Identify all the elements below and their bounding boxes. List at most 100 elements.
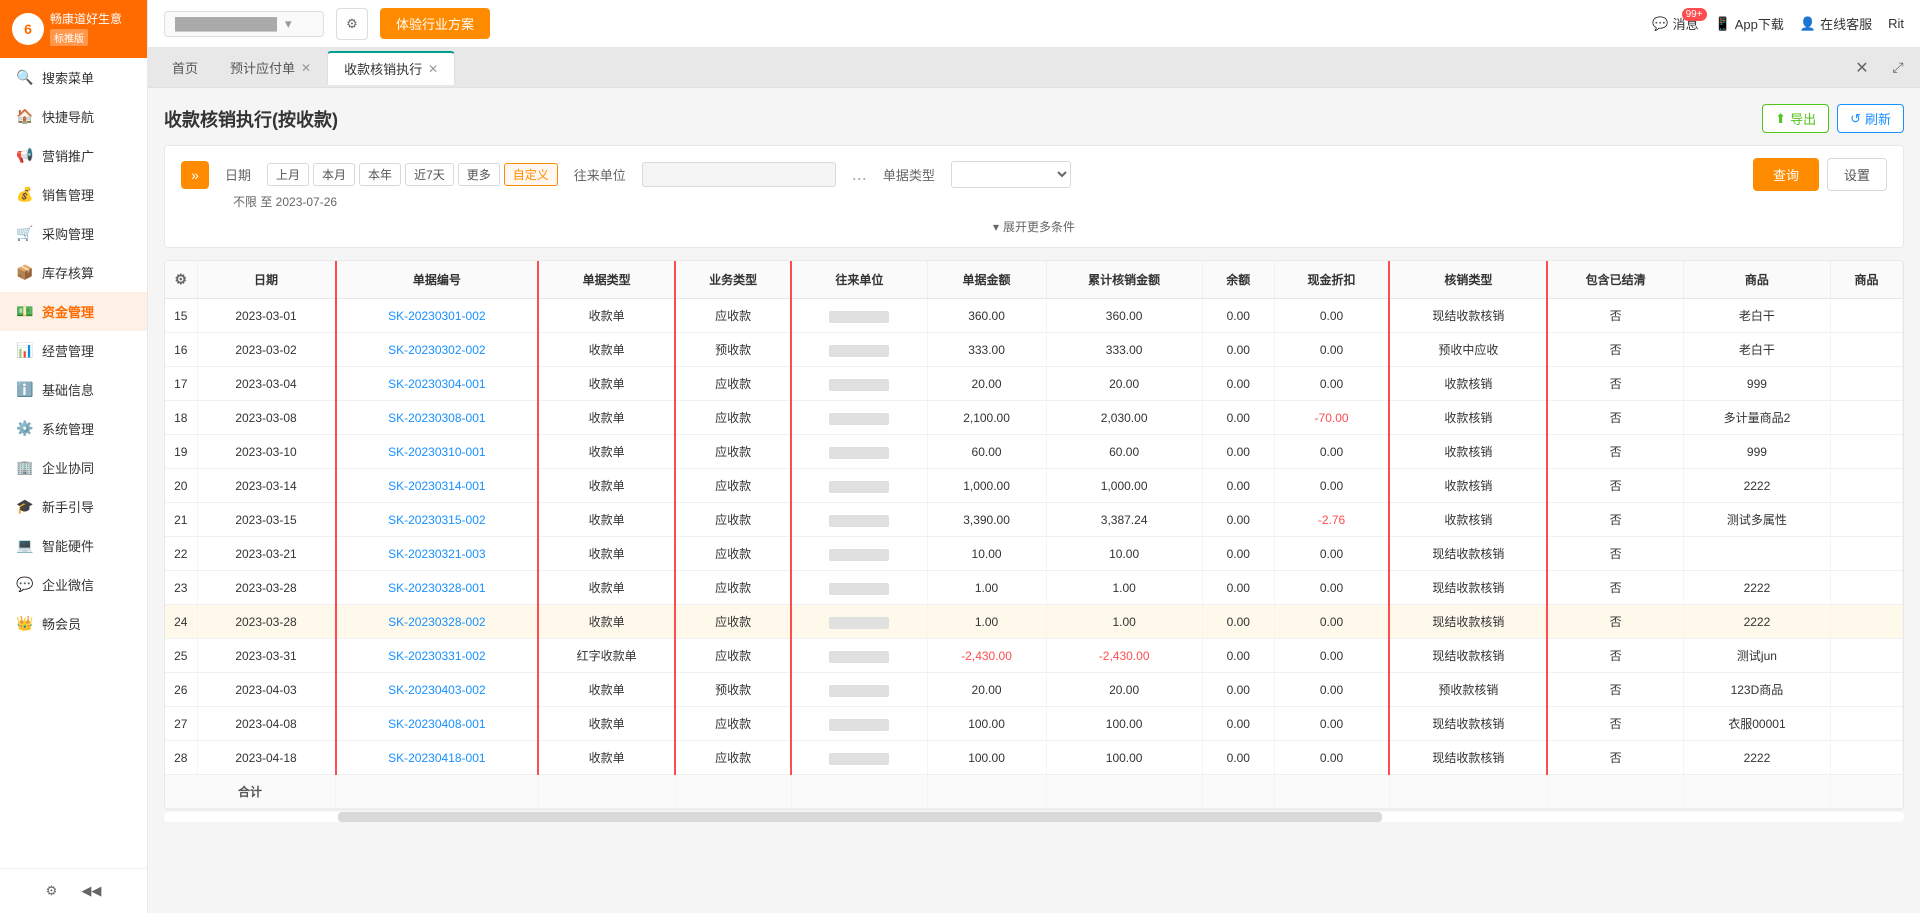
td-balance: 0.00 <box>1202 537 1274 571</box>
receipt-link[interactable]: SK-20230314-001 <box>388 479 485 493</box>
date-7days-btn[interactable]: 近7天 <box>405 163 454 186</box>
sidebar-settings-btn[interactable]: ⚙ <box>36 877 68 905</box>
td-code[interactable]: SK-20230315-002 <box>336 503 539 537</box>
receipt-link[interactable]: SK-20230328-001 <box>388 581 485 595</box>
online-service-btn[interactable]: 👤 在线客服 <box>1800 14 1872 33</box>
sidebar-item-basic[interactable]: ℹ️ 基础信息 <box>0 370 147 409</box>
receipt-link[interactable]: SK-20230403-002 <box>388 683 485 697</box>
sidebar-item-wechat[interactable]: 💬 企业微信 <box>0 565 147 604</box>
settings-gear-btn[interactable]: ⚙ <box>336 8 368 40</box>
tab-receipt-writeoff[interactable]: 收款核销执行 ✕ <box>327 51 455 85</box>
sidebar-item-quicknav[interactable]: 🏠 快捷导航 <box>0 97 147 136</box>
user-menu-btn[interactable]: Rit <box>1888 16 1904 31</box>
sidebar-item-operations[interactable]: 📊 经营管理 <box>0 331 147 370</box>
partner-input[interactable] <box>642 162 836 187</box>
receipt-link[interactable]: SK-20230315-002 <box>388 513 485 527</box>
sidebar-collapse-btn[interactable]: ◀◀ <box>71 877 111 905</box>
sidebar-item-hardware[interactable]: 💻 智能硬件 <box>0 526 147 565</box>
receipt-link[interactable]: SK-20230308-001 <box>388 411 485 425</box>
receipt-link[interactable]: SK-20230331-002 <box>388 649 485 663</box>
receipt-link[interactable]: SK-20230321-003 <box>388 547 485 561</box>
receipt-type-select[interactable] <box>951 161 1071 188</box>
page-actions: ⬆ 导出 ↺ 刷新 <box>1762 104 1904 133</box>
td-amount: 60.00 <box>927 435 1046 469</box>
expand-tabs-btn[interactable]: ⤢ <box>1884 54 1912 82</box>
td-writeoff-type: 现结收款核销 <box>1389 707 1547 741</box>
sidebar-item-label: 营销推广 <box>42 146 94 165</box>
td-code[interactable]: SK-20230304-001 <box>336 367 539 401</box>
solution-btn[interactable]: 体验行业方案 <box>380 8 490 39</box>
sidebar-item-corp[interactable]: 🏢 企业协同 <box>0 448 147 487</box>
receipt-link[interactable]: SK-20230418-001 <box>388 751 485 765</box>
column-settings-icon[interactable]: ⚙ <box>174 271 187 287</box>
date-custom-btn[interactable]: 自定义 <box>504 163 558 186</box>
td-writeoff: 20.00 <box>1046 673 1202 707</box>
td-goods1: 测试jun <box>1683 639 1830 673</box>
date-last-month-btn[interactable]: 上月 <box>267 163 309 186</box>
td-code[interactable]: SK-20230418-001 <box>336 741 539 775</box>
td-balance: 0.00 <box>1202 435 1274 469</box>
td-amount: 100.00 <box>927 707 1046 741</box>
receipt-link[interactable]: SK-20230304-001 <box>388 377 485 391</box>
sidebar-item-marketing[interactable]: 📢 营销推广 <box>0 136 147 175</box>
sidebar-item-newbie[interactable]: 🎓 新手引导 <box>0 487 147 526</box>
sidebar-item-system[interactable]: ⚙️ 系统管理 <box>0 409 147 448</box>
td-code[interactable]: SK-20230301-002 <box>336 299 539 333</box>
receipt-link[interactable]: SK-20230310-001 <box>388 445 485 459</box>
sidebar-item-finance[interactable]: 💵 资金管理 <box>0 292 147 331</box>
td-code[interactable]: SK-20230321-003 <box>336 537 539 571</box>
app-download-btn[interactable]: 📱 App下载 <box>1715 14 1784 33</box>
basic-icon: ℹ️ <box>16 381 34 399</box>
td-code[interactable]: SK-20230328-001 <box>336 571 539 605</box>
sidebar-item-purchase[interactable]: 🛒 采购管理 <box>0 214 147 253</box>
date-this-year-btn[interactable]: 本年 <box>359 163 401 186</box>
td-code[interactable]: SK-20230408-001 <box>336 707 539 741</box>
td-code[interactable]: SK-20230328-002 <box>336 605 539 639</box>
td-code[interactable]: SK-20230314-001 <box>336 469 539 503</box>
td-bill-type: 收款单 <box>538 401 675 435</box>
filter-setting-btn[interactable]: 设置 <box>1827 158 1887 191</box>
receipt-link[interactable]: SK-20230408-001 <box>388 717 485 731</box>
filter-row: » 日期 上月 本月 本年 近7天 更多 自定义 往来单位 ... 单据类型 <box>181 158 1887 191</box>
td-writeoff-type: 现结收款核销 <box>1389 299 1547 333</box>
td-code[interactable]: SK-20230403-002 <box>336 673 539 707</box>
td-goods2 <box>1830 673 1902 707</box>
export-btn[interactable]: ⬆ 导出 <box>1762 104 1829 133</box>
refresh-btn[interactable]: ↺ 刷新 <box>1837 104 1904 133</box>
date-more-btn[interactable]: 更多 <box>458 163 500 186</box>
company-selector[interactable]: ████████████ ▾ <box>164 11 324 37</box>
td-code[interactable]: SK-20230310-001 <box>336 435 539 469</box>
tab-close-icon[interactable]: ✕ <box>301 61 311 75</box>
sidebar-item-label: 搜索菜单 <box>42 68 94 87</box>
td-code[interactable]: SK-20230302-002 <box>336 333 539 367</box>
sidebar-item-label: 智能硬件 <box>42 536 94 555</box>
query-btn[interactable]: 查询 <box>1753 158 1819 191</box>
td-code[interactable]: SK-20230308-001 <box>336 401 539 435</box>
close-all-tabs-btn[interactable]: ✕ <box>1848 54 1876 82</box>
filter-toggle-btn[interactable]: » <box>181 161 209 189</box>
logo-icon: 6 <box>12 13 44 45</box>
sidebar-item-vip[interactable]: 👑 畅会员 <box>0 604 147 643</box>
tab-prepay-payable[interactable]: 预计应付单 ✕ <box>214 52 327 83</box>
td-partner <box>791 639 927 673</box>
sidebar-item-inventory[interactable]: 📦 库存核算 <box>0 253 147 292</box>
sidebar-item-label: 采购管理 <box>42 224 94 243</box>
td-goods1: 老白干 <box>1683 299 1830 333</box>
td-included: 否 <box>1547 741 1683 775</box>
td-code[interactable]: SK-20230331-002 <box>336 639 539 673</box>
sidebar-item-sales[interactable]: 💰 销售管理 <box>0 175 147 214</box>
messages-btn[interactable]: 💬 消息 99+ <box>1652 14 1698 33</box>
td-balance: 0.00 <box>1202 707 1274 741</box>
table-row: 212023-03-15SK-20230315-002收款单应收款 3,390.… <box>165 503 1903 537</box>
sidebar-item-search[interactable]: 🔍 搜索菜单 <box>0 58 147 97</box>
tab-home[interactable]: 首页 <box>156 52 214 83</box>
receipt-link[interactable]: SK-20230302-002 <box>388 343 485 357</box>
expand-more-conditions-btn[interactable]: ▾ 展开更多条件 <box>181 218 1887 235</box>
td-balance: 0.00 <box>1202 333 1274 367</box>
sidebar-bottom: ⚙ ◀◀ <box>0 868 147 913</box>
date-this-month-btn[interactable]: 本月 <box>313 163 355 186</box>
receipt-link[interactable]: SK-20230328-002 <box>388 615 485 629</box>
td-bill-type: 收款单 <box>538 367 675 401</box>
tab-close-icon[interactable]: ✕ <box>428 62 438 76</box>
receipt-link[interactable]: SK-20230301-002 <box>388 309 485 323</box>
